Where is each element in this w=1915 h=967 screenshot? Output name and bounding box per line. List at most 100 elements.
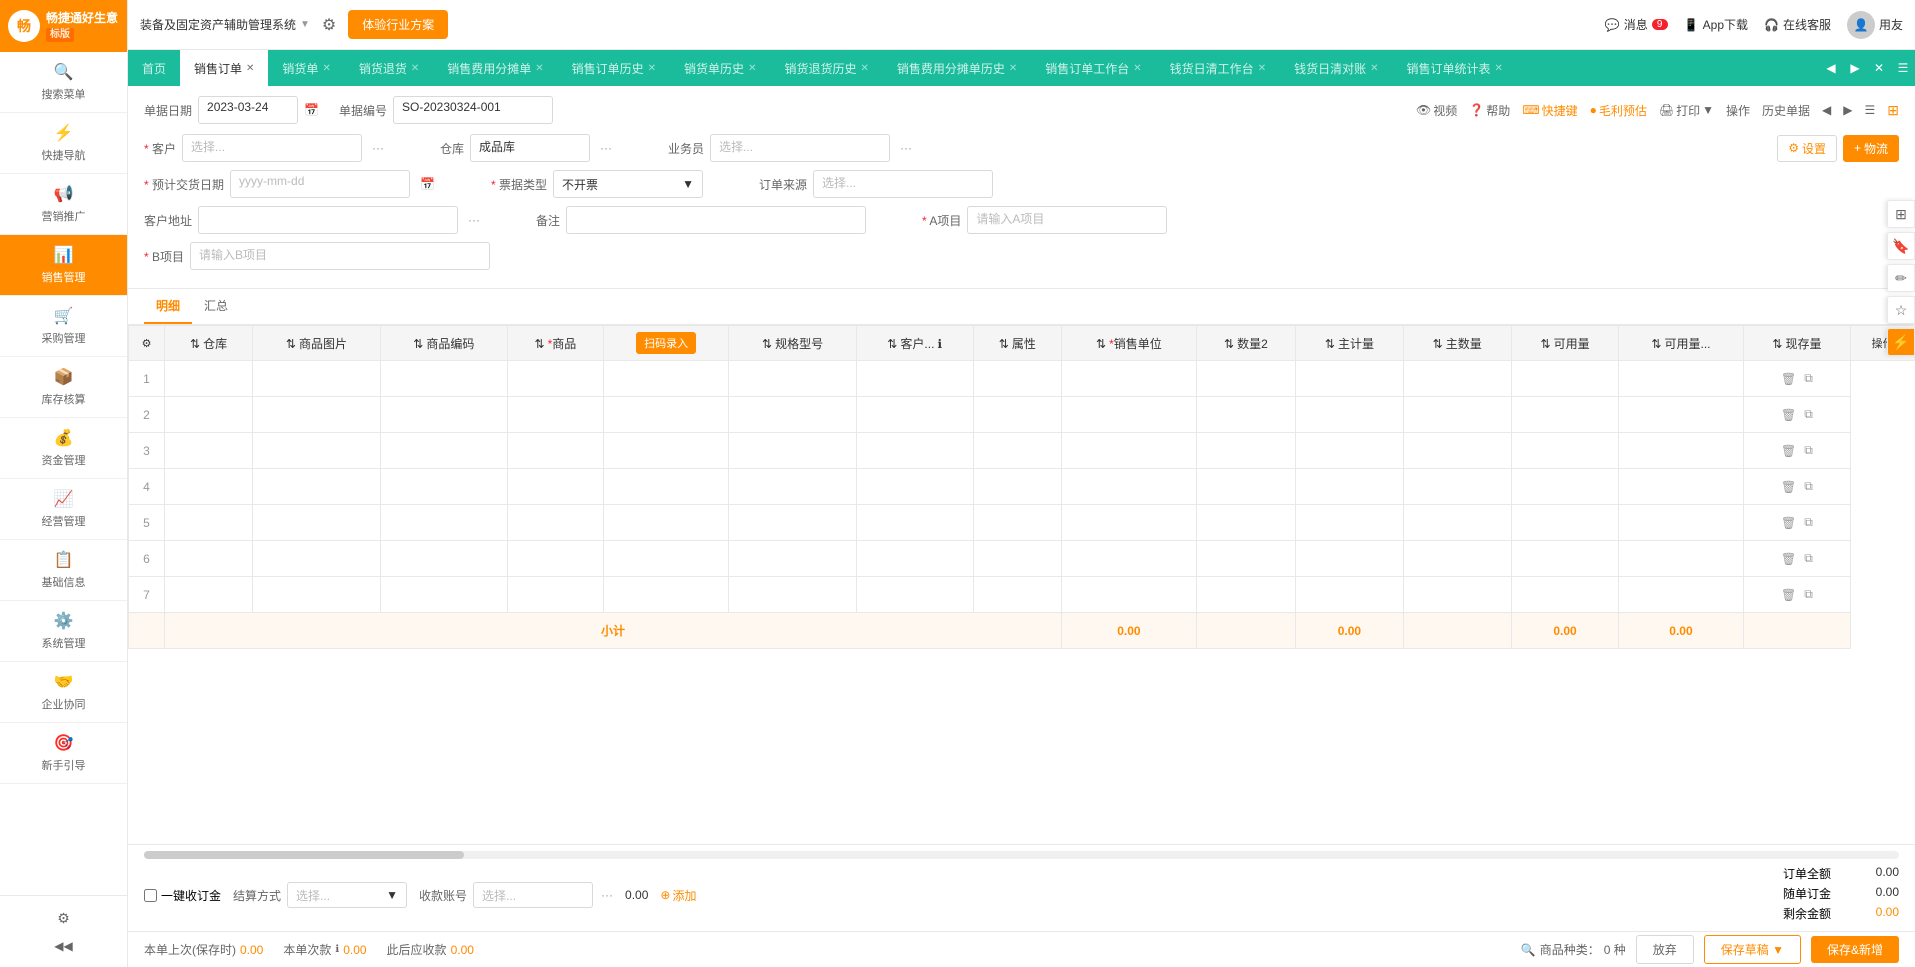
tab-sales-order[interactable]: 销售订单 ✕ <box>180 50 268 86</box>
user-avatar[interactable]: 👤 用友 <box>1847 11 1903 39</box>
close-tab-oh-icon[interactable]: ✕ <box>648 63 656 74</box>
row-copy-btn[interactable]: ⧉ <box>1802 441 1815 460</box>
account-select[interactable]: 选择... <box>473 882 593 908</box>
close-tab-os-icon[interactable]: ✕ <box>1495 63 1503 74</box>
history-btn[interactable]: 历史单据 <box>1762 102 1810 119</box>
operation-btn[interactable]: 操作 <box>1726 102 1750 119</box>
right-panel-btn-2[interactable]: 🔖 <box>1887 232 1915 260</box>
tab-home[interactable]: 首页 <box>128 50 180 86</box>
messages-item[interactable]: 💬 消息 9 <box>1605 16 1668 33</box>
sidebar-item-operations[interactable]: 📈 经营管理 <box>0 479 127 540</box>
sidebar-item-finance[interactable]: 💰 资金管理 <box>0 418 127 479</box>
close-tab-dr-icon[interactable]: ✕ <box>1370 63 1378 74</box>
close-tab-ow-icon[interactable]: ✕ <box>1133 63 1141 74</box>
right-panel-btn-5[interactable]: ⚡ <box>1887 328 1915 356</box>
tab-detail[interactable]: 明细 <box>144 289 192 324</box>
account-more-icon[interactable]: ··· <box>601 888 613 902</box>
row-copy-btn[interactable]: ⧉ <box>1802 549 1815 568</box>
save-new-btn[interactable]: 保存&新增 <box>1811 936 1899 963</box>
right-panel-btn-1[interactable]: ⊞ <box>1887 200 1915 228</box>
right-panel-btn-3[interactable]: ✏ <box>1887 264 1915 292</box>
add-payment-btn[interactable]: ⊕ 添加 <box>660 887 696 904</box>
tab-close-all-btn[interactable]: ✕ <box>1867 50 1891 86</box>
row-delete-btn[interactable]: 🗑 <box>1779 369 1798 388</box>
page-prev-icon[interactable]: ◀ <box>1822 103 1831 117</box>
sidebar-item-system[interactable]: ⚙️ 系统管理 <box>0 601 127 662</box>
profit-btn[interactable]: ● 毛利预估 <box>1590 102 1647 119</box>
tab-menu-btn[interactable]: ☰ <box>1891 50 1915 86</box>
row-delete-btn[interactable]: 🗑 <box>1779 549 1798 568</box>
close-tab-eh-icon[interactable]: ✕ <box>1009 63 1017 74</box>
warehouse-input[interactable]: 成品库 <box>470 134 590 162</box>
order-source-input[interactable]: 选择... <box>813 170 993 198</box>
payment-method-select[interactable]: 选择... ▼ <box>287 882 407 908</box>
row-delete-btn[interactable]: 🗑 <box>1779 441 1798 460</box>
row-delete-btn[interactable]: 🗑 <box>1779 477 1798 496</box>
print-btn[interactable]: 🖨 打印 ▼ <box>1659 102 1714 119</box>
a-project-input[interactable]: 请输入A项目 <box>967 206 1167 234</box>
col-settings[interactable]: ⚙ <box>129 326 165 361</box>
sidebar-item-marketing[interactable]: 📢 营销推广 <box>0 174 127 235</box>
tab-prev-btn[interactable]: ◀ <box>1819 50 1843 86</box>
address-more-icon[interactable]: ··· <box>468 213 480 227</box>
app-download-item[interactable]: 📱 App下载 <box>1684 16 1748 33</box>
topbar-gear-icon[interactable]: ⚙ <box>322 15 336 35</box>
sidebar-item-basicinfo[interactable]: 📋 基础信息 <box>0 540 127 601</box>
sidebar-settings[interactable]: ⚙ <box>0 904 127 933</box>
delivery-input[interactable]: yyyy-mm-dd <box>230 170 410 198</box>
online-service-item[interactable]: 🎧 在线客服 <box>1764 16 1831 33</box>
close-tab-sales-invoice-icon[interactable]: ✕ <box>322 63 330 74</box>
tab-sales-expense[interactable]: 销售费用分摊单 ✕ <box>433 50 557 86</box>
close-tab-ih-icon[interactable]: ✕ <box>748 63 756 74</box>
sidebar-collapse-btn[interactable]: ◀◀ <box>0 933 127 959</box>
page-next-icon[interactable]: ▶ <box>1843 103 1852 117</box>
tab-summary[interactable]: 汇总 <box>192 289 240 324</box>
close-tab-dw-icon[interactable]: ✕ <box>1258 63 1266 74</box>
row-delete-btn[interactable]: 🗑 <box>1779 513 1798 532</box>
order-number-input[interactable]: SO-20230324-001 <box>393 96 553 124</box>
date-input[interactable]: 2023-03-24 <box>198 96 298 124</box>
row-copy-btn[interactable]: ⧉ <box>1802 369 1815 388</box>
view-mode-icon[interactable]: ☰ <box>1865 103 1876 117</box>
sidebar-item-quicknav[interactable]: ⚡ 快捷导航 <box>0 113 127 174</box>
row-copy-btn[interactable]: ⧉ <box>1802 477 1815 496</box>
invoice-select[interactable]: 不开票 ▼ <box>553 170 703 198</box>
tab-daily-workbench[interactable]: 钱货日清工作台 ✕ <box>1156 50 1280 86</box>
warehouse-more-icon[interactable]: ··· <box>600 141 612 155</box>
salesperson-input[interactable]: 选择... <box>710 134 890 162</box>
customer-more-icon[interactable]: ··· <box>372 141 384 155</box>
close-tab-expense-icon[interactable]: ✕ <box>535 63 543 74</box>
sidebar-item-guide[interactable]: 🎯 新手引导 <box>0 723 127 784</box>
set-btn[interactable]: ⚙ 设置 <box>1777 135 1837 162</box>
sidebar-item-inventory[interactable]: 📦 库存核算 <box>0 357 127 418</box>
tab-sales-invoice[interactable]: 销货单 ✕ <box>268 50 344 86</box>
row-copy-btn[interactable]: ⧉ <box>1802 513 1815 532</box>
close-tab-rh-icon[interactable]: ✕ <box>860 63 868 74</box>
address-input[interactable] <box>198 206 458 234</box>
solution-btn[interactable]: 体验行业方案 <box>348 10 448 39</box>
delivery-calendar-icon[interactable]: 📅 <box>420 177 435 191</box>
sidebar-item-search[interactable]: 🔍 搜索菜单 <box>0 52 127 113</box>
sidebar-item-purchase[interactable]: 🛒 采购管理 <box>0 296 127 357</box>
one-click-checkbox-input[interactable] <box>144 889 157 902</box>
view-btn[interactable]: 👁 视频 <box>1416 102 1457 119</box>
calendar-icon[interactable]: 📅 <box>304 103 319 117</box>
remark-input[interactable] <box>566 206 866 234</box>
row-delete-btn[interactable]: 🗑 <box>1779 405 1798 424</box>
tab-invoice-history[interactable]: 销货单历史 ✕ <box>670 50 770 86</box>
save-draft-btn[interactable]: 保存草稿 ▼ <box>1704 935 1801 964</box>
tab-daily-reconcile[interactable]: 钱货日清对账 ✕ <box>1280 50 1392 86</box>
add-logistics-btn[interactable]: + 物流 <box>1843 135 1899 162</box>
tab-next-btn[interactable]: ▶ <box>1843 50 1867 86</box>
sidebar-item-sales[interactable]: 📊 销售管理 <box>0 235 127 296</box>
customer-input[interactable]: 选择... <box>182 134 362 162</box>
right-panel-btn-4[interactable]: ☆ <box>1887 296 1915 324</box>
shortcut-btn[interactable]: ⌨ 快捷键 <box>1522 102 1577 119</box>
sidebar-item-enterprise[interactable]: 🤝 企业协同 <box>0 662 127 723</box>
tab-expense-history[interactable]: 销售费用分摊单历史 ✕ <box>883 50 1031 86</box>
salesperson-more-icon[interactable]: ··· <box>900 141 912 155</box>
help-btn[interactable]: ❓ 帮助 <box>1469 102 1510 119</box>
b-project-input[interactable]: 请输入B项目 <box>190 242 490 270</box>
one-click-order-checkbox[interactable]: 一键收订金 <box>144 887 221 904</box>
fullscreen-icon[interactable]: ⊞ <box>1887 102 1899 119</box>
